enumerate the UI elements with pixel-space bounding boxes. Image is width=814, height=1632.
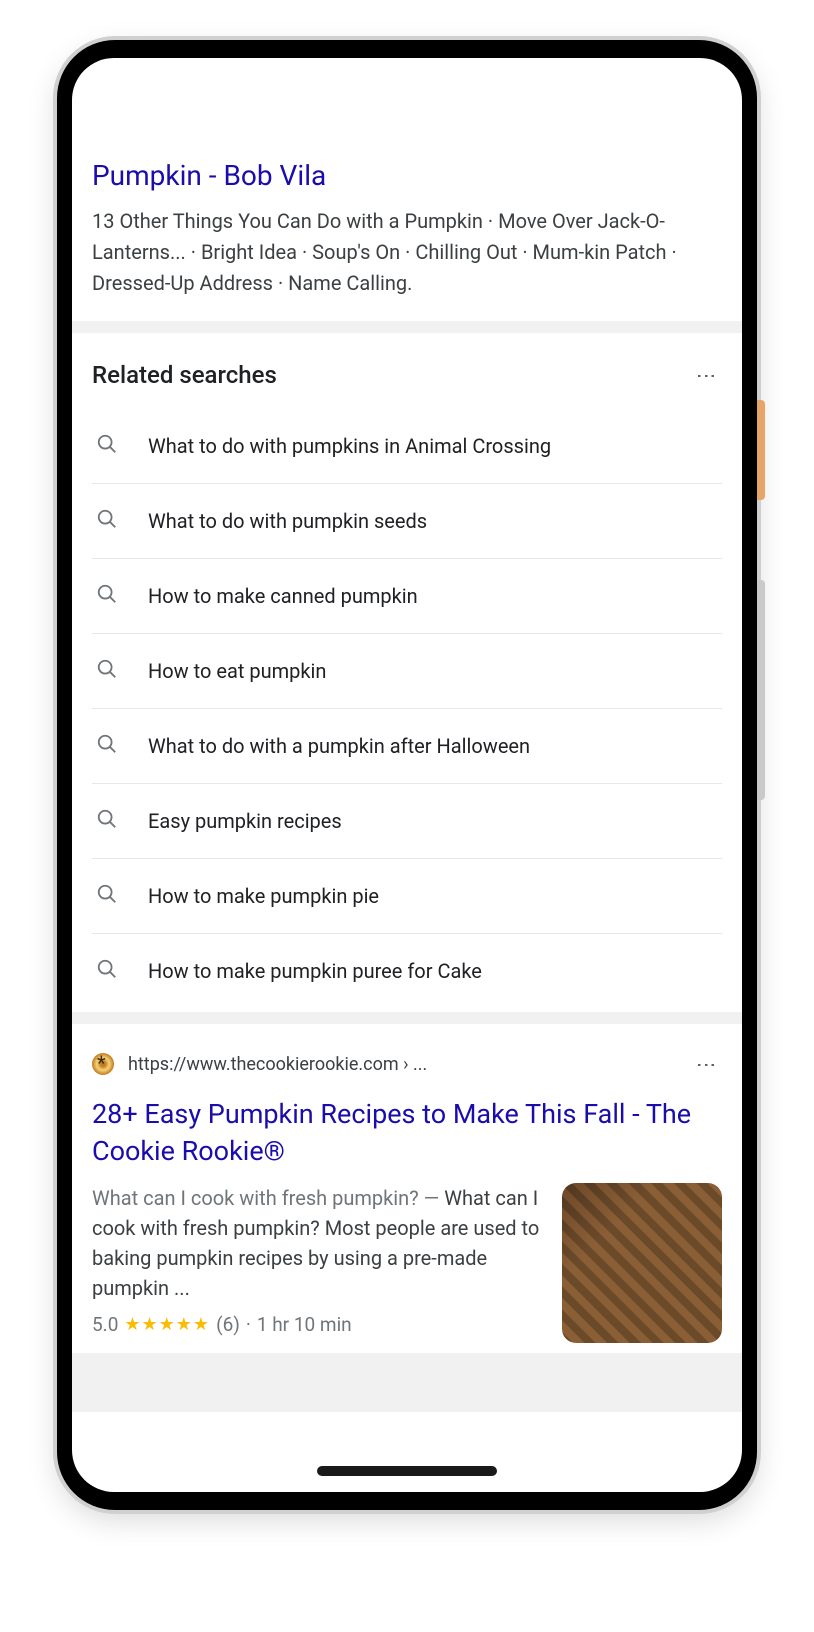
related-search-item[interactable]: What to do with a pumpkin after Hallowee…: [92, 709, 722, 784]
related-search-label: Easy pumpkin recipes: [148, 809, 342, 833]
related-search-label: What to do with a pumpkin after Hallowee…: [148, 734, 530, 758]
search-icon: [96, 508, 118, 534]
power-button: [757, 400, 765, 500]
result-more-options-icon[interactable]: ⋮: [689, 1049, 725, 1079]
search-icon: [96, 958, 118, 984]
related-searches-list: What to do with pumpkins in Animal Cross…: [92, 409, 722, 1008]
result-2-url-row: https://www.thecookierookie.com › ... ⋮: [92, 1046, 722, 1082]
related-search-label: What to do with pumpkins in Animal Cross…: [148, 434, 551, 458]
recipe-time: 1 hr 10 min: [257, 1313, 352, 1336]
related-search-label: How to make pumpkin puree for Cake: [148, 959, 482, 983]
phone-frame: Pumpkin - Bob Vila 13 Other Things You C…: [57, 40, 757, 1510]
search-icon: [96, 733, 118, 759]
search-icon: [96, 583, 118, 609]
related-searches-header: Related searches ⋮: [92, 357, 722, 393]
result-2-url[interactable]: https://www.thecookierookie.com › ...: [128, 1054, 678, 1075]
result-2-thumbnail[interactable]: [562, 1183, 722, 1343]
result-2-question: What can I cook with fresh pumpkin? —: [92, 1186, 439, 1210]
result-1-snippet: 13 Other Things You Can Do with a Pumpki…: [92, 206, 722, 299]
search-results-scroll[interactable]: Pumpkin - Bob Vila 13 Other Things You C…: [72, 148, 742, 1412]
search-icon: [96, 883, 118, 909]
site-favicon-icon: [92, 1053, 114, 1075]
more-options-icon[interactable]: ⋮: [689, 360, 725, 390]
rating-stars-icon: ★★★★★: [124, 1314, 210, 1335]
search-result-2[interactable]: https://www.thecookierookie.com › ... ⋮ …: [72, 1024, 742, 1353]
result-2-text: What can I cook with fresh pumpkin? — Wh…: [92, 1183, 544, 1343]
result-2-snippet: What can I cook with fresh pumpkin? — Wh…: [92, 1183, 544, 1303]
related-searches-card: Related searches ⋮ What to do with pumpk…: [72, 333, 742, 1012]
related-search-item[interactable]: How to make pumpkin puree for Cake: [92, 934, 722, 1008]
related-search-label: How to eat pumpkin: [148, 659, 326, 683]
related-search-label: What to do with pumpkin seeds: [148, 509, 427, 533]
result-2-title[interactable]: 28+ Easy Pumpkin Recipes to Make This Fa…: [92, 1096, 722, 1169]
dot-separator: ·: [246, 1313, 251, 1336]
rating-count: (6): [216, 1313, 240, 1336]
result-2-body: What can I cook with fresh pumpkin? — Wh…: [92, 1183, 722, 1343]
volume-button: [757, 580, 765, 800]
search-icon: [96, 433, 118, 459]
related-search-label: How to make pumpkin pie: [148, 884, 379, 908]
phone-speaker-bottom: [317, 1466, 497, 1476]
result-1-title[interactable]: Pumpkin - Bob Vila: [92, 158, 722, 194]
related-search-item[interactable]: How to make canned pumpkin: [92, 559, 722, 634]
related-searches-title: Related searches: [92, 361, 277, 389]
search-result-1[interactable]: Pumpkin - Bob Vila 13 Other Things You C…: [72, 148, 742, 321]
related-search-item[interactable]: How to eat pumpkin: [92, 634, 722, 709]
related-search-item[interactable]: Easy pumpkin recipes: [92, 784, 722, 859]
search-icon: [96, 808, 118, 834]
screen: Pumpkin - Bob Vila 13 Other Things You C…: [72, 58, 742, 1492]
related-search-label: How to make canned pumpkin: [148, 584, 418, 608]
related-search-item[interactable]: What to do with pumpkins in Animal Cross…: [92, 409, 722, 484]
related-search-item[interactable]: What to do with pumpkin seeds: [92, 484, 722, 559]
search-icon: [96, 658, 118, 684]
rating-value: 5.0: [92, 1313, 118, 1336]
result-2-rating-row: 5.0 ★★★★★ (6) · 1 hr 10 min: [92, 1313, 544, 1336]
related-search-item[interactable]: How to make pumpkin pie: [92, 859, 722, 934]
